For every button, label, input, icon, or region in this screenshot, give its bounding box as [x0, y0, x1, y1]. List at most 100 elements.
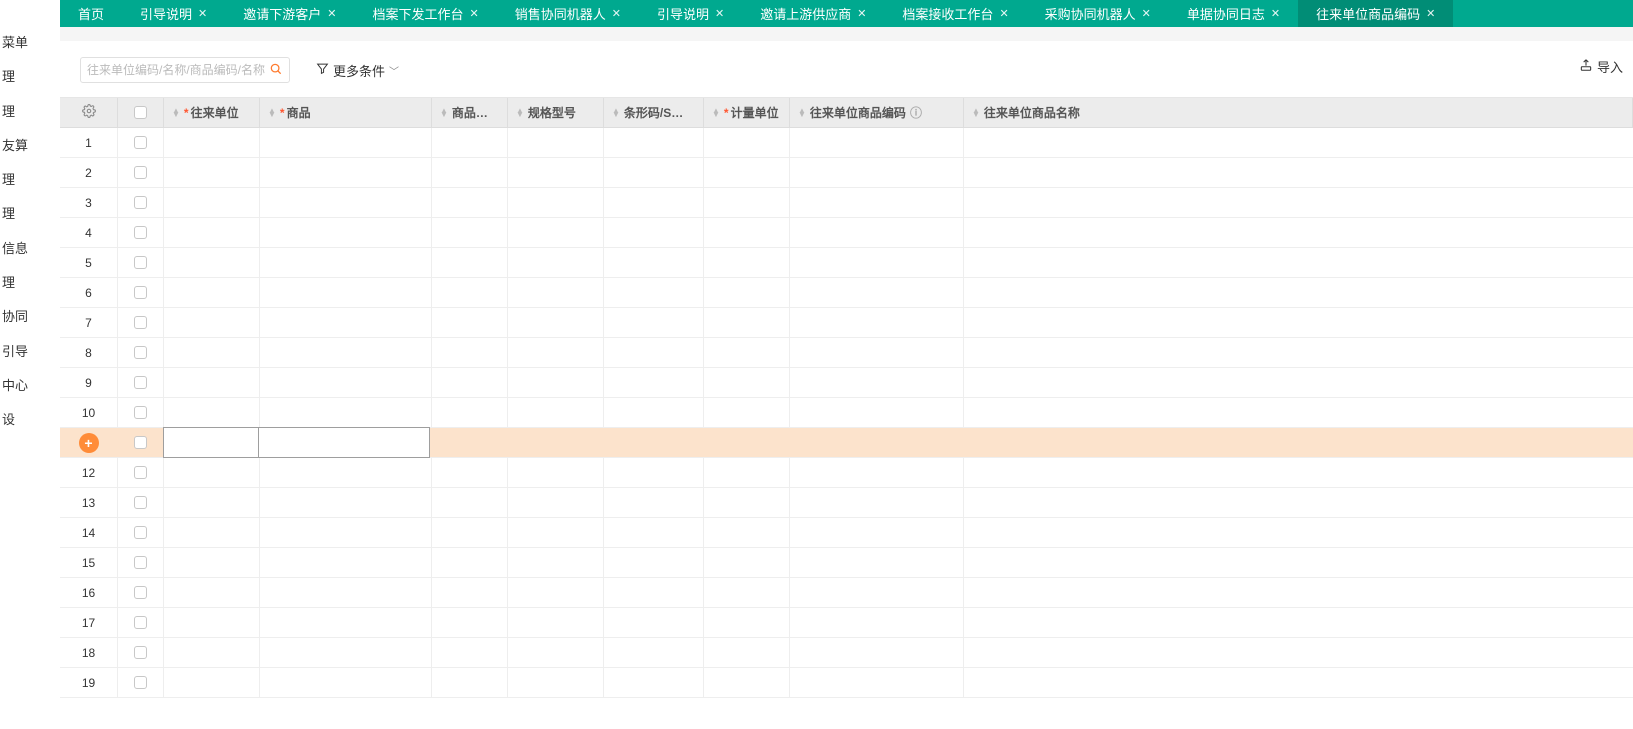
cell[interactable] [508, 578, 604, 607]
cell[interactable] [432, 518, 508, 547]
col-header-product-extra[interactable]: ▲▼ 商品… [432, 98, 508, 127]
cell[interactable] [164, 578, 260, 607]
table-row[interactable]: + [60, 428, 1633, 458]
cell[interactable] [508, 248, 604, 277]
row-checkbox-cell[interactable] [118, 158, 164, 187]
cell[interactable] [508, 308, 604, 337]
cell[interactable] [790, 338, 964, 367]
cell[interactable] [604, 308, 704, 337]
cell[interactable] [790, 668, 964, 697]
table-row[interactable]: 19 [60, 668, 1633, 698]
cell[interactable] [964, 608, 1633, 637]
cell[interactable] [604, 158, 704, 187]
row-checkbox-cell[interactable] [118, 548, 164, 577]
cell[interactable] [964, 338, 1633, 367]
cell[interactable] [964, 638, 1633, 667]
cell[interactable] [964, 218, 1633, 247]
cell[interactable] [704, 218, 790, 247]
table-row[interactable]: 14 [60, 518, 1633, 548]
cell[interactable] [604, 488, 704, 517]
cell[interactable] [964, 398, 1633, 427]
cell[interactable] [790, 518, 964, 547]
row-checkbox-cell[interactable] [118, 248, 164, 277]
grid-header-select-all[interactable] [118, 98, 164, 127]
cell[interactable] [432, 398, 508, 427]
col-header-unit[interactable]: ▲▼ * 计量单位 [704, 98, 790, 127]
cell[interactable] [704, 248, 790, 277]
cell[interactable] [790, 128, 964, 157]
cell[interactable] [432, 278, 508, 307]
cell[interactable] [260, 518, 432, 547]
cell[interactable] [164, 458, 260, 487]
cell[interactable] [790, 308, 964, 337]
cell[interactable] [964, 158, 1633, 187]
col-header-product[interactable]: ▲▼ * 商品 [260, 98, 432, 127]
cell[interactable] [432, 668, 508, 697]
cell[interactable] [508, 128, 604, 157]
cell[interactable] [506, 428, 602, 457]
cell[interactable] [704, 458, 790, 487]
cell[interactable] [704, 308, 790, 337]
tab-10[interactable]: 往来单位商品编码✕ [1298, 0, 1453, 27]
add-row-button[interactable]: + [79, 433, 99, 453]
nav-item-5[interactable]: 理 [0, 197, 28, 231]
tab-9[interactable]: 单据协同日志✕ [1169, 0, 1298, 27]
cell[interactable] [260, 578, 432, 607]
tab-1[interactable]: 引导说明✕ [122, 0, 225, 27]
close-icon[interactable]: ✕ [1426, 7, 1435, 20]
cell[interactable] [508, 488, 604, 517]
cell[interactable] [790, 368, 964, 397]
row-checkbox-cell[interactable] [118, 668, 164, 697]
close-icon[interactable]: ✕ [612, 7, 621, 20]
cell[interactable] [260, 128, 432, 157]
row-checkbox-cell[interactable] [118, 518, 164, 547]
cell[interactable] [432, 158, 508, 187]
row-checkbox-cell[interactable] [118, 398, 164, 427]
table-row[interactable]: 18 [60, 638, 1633, 668]
cell[interactable] [964, 308, 1633, 337]
cell[interactable] [790, 638, 964, 667]
tab-2[interactable]: 邀请下游客户✕ [225, 0, 354, 27]
close-icon[interactable]: ✕ [327, 7, 336, 20]
cell[interactable] [163, 427, 259, 458]
cell[interactable] [964, 488, 1633, 517]
close-icon[interactable]: ✕ [198, 7, 207, 20]
cell[interactable] [432, 308, 508, 337]
row-checkbox-cell[interactable] [118, 578, 164, 607]
row-checkbox-cell[interactable] [118, 458, 164, 487]
cell[interactable] [260, 338, 432, 367]
cell[interactable] [790, 158, 964, 187]
table-row[interactable]: 12 [60, 458, 1633, 488]
cell[interactable] [260, 278, 432, 307]
cell[interactable] [260, 608, 432, 637]
cell[interactable] [508, 608, 604, 637]
help-icon[interactable]: ⓘ [910, 104, 922, 121]
table-row[interactable]: 7 [60, 308, 1633, 338]
cell[interactable] [508, 278, 604, 307]
tab-0[interactable]: 首页 [60, 0, 122, 27]
cell[interactable] [260, 188, 432, 217]
row-checkbox-cell[interactable] [118, 488, 164, 517]
cell[interactable] [790, 578, 964, 607]
row-checkbox-cell[interactable] [118, 128, 164, 157]
table-row[interactable]: 5 [60, 248, 1633, 278]
cell[interactable] [164, 638, 260, 667]
cell[interactable] [508, 158, 604, 187]
nav-item-0[interactable]: 菜单 [0, 26, 28, 60]
cell[interactable] [508, 518, 604, 547]
cell[interactable] [508, 458, 604, 487]
nav-item-10[interactable]: 中心 [0, 369, 28, 403]
cell[interactable] [432, 188, 508, 217]
cell[interactable] [432, 248, 508, 277]
cell[interactable] [790, 608, 964, 637]
more-filter-button[interactable]: 更多条件 ﹀ [316, 61, 399, 80]
cell[interactable] [260, 308, 432, 337]
cell[interactable] [260, 218, 432, 247]
cell[interactable] [790, 398, 964, 427]
cell[interactable] [432, 338, 508, 367]
cell[interactable] [790, 218, 964, 247]
cell[interactable] [704, 278, 790, 307]
col-header-partner-name[interactable]: ▲▼ 往来单位商品名称 [964, 98, 1633, 127]
cell[interactable] [602, 428, 702, 457]
table-row[interactable]: 15 [60, 548, 1633, 578]
